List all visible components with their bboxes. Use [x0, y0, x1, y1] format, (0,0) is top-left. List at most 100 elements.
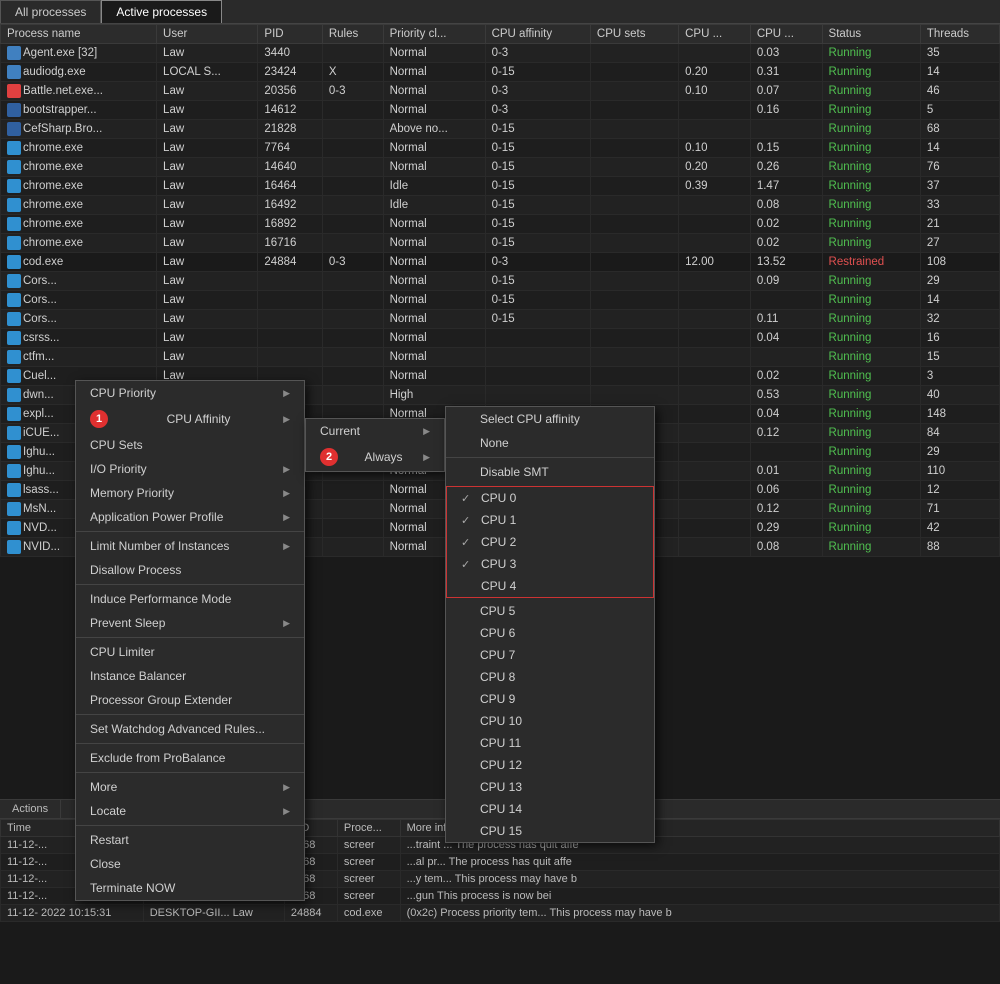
cpu-list-item[interactable]: CPU 7 — [446, 644, 654, 666]
col-pid[interactable]: PID — [258, 25, 322, 44]
cell-rules — [322, 329, 383, 348]
menu-item[interactable]: Application Power Profile — [76, 505, 304, 529]
cell-cpu1 — [679, 424, 751, 443]
cpu-list-item[interactable]: CPU 15 — [446, 820, 654, 842]
col-cpu2[interactable]: CPU ... — [750, 25, 822, 44]
table-row[interactable]: audiodg.exe LOCAL S... 23424 X Normal 0-… — [1, 63, 1000, 82]
cell-status: Running — [822, 329, 920, 348]
menu-item[interactable]: Instance Balancer — [76, 664, 304, 688]
cpu-list-item-checked[interactable]: CPU 4 — [447, 575, 653, 597]
table-row[interactable]: chrome.exe Law 16464 Idle 0-15 0.39 1.47… — [1, 177, 1000, 196]
menu-item[interactable]: CPU Sets — [76, 433, 304, 457]
submenu2-item-label: Disable SMT — [480, 465, 549, 479]
cell-process-name: Cors... — [1, 291, 157, 310]
table-row[interactable]: ctfm... Law Normal Running 15 — [1, 348, 1000, 367]
cell-cpu-sets — [590, 82, 678, 101]
cpu-list-item-checked[interactable]: ✓CPU 3 — [447, 553, 653, 575]
menu-item[interactable]: I/O Priority — [76, 457, 304, 481]
cell-rules: 0-3 — [322, 82, 383, 101]
submenu2-item[interactable]: Disable SMT — [446, 460, 654, 484]
col-rules[interactable]: Rules — [322, 25, 383, 44]
col-cpu-sets[interactable]: CPU sets — [590, 25, 678, 44]
menu-item[interactable]: Induce Performance Mode — [76, 587, 304, 611]
col-status[interactable]: Status — [822, 25, 920, 44]
menu-item[interactable]: CPU Limiter — [76, 640, 304, 664]
table-row[interactable]: chrome.exe Law 16716 Normal 0-15 0.02 Ru… — [1, 234, 1000, 253]
cpu-list-item-checked[interactable]: ✓CPU 1 — [447, 509, 653, 531]
cpu-label: CPU 0 — [481, 491, 516, 505]
menu-item[interactable]: Limit Number of Instances — [76, 534, 304, 558]
cpu-list-item[interactable]: CPU 13 — [446, 776, 654, 798]
submenu1-item[interactable]: 2Always — [306, 443, 444, 471]
cpu-list-item[interactable]: CPU 11 — [446, 732, 654, 754]
table-row[interactable]: Cors... Law Normal 0-15 0.09 Running 29 — [1, 272, 1000, 291]
col-process-name[interactable]: Process name — [1, 25, 157, 44]
cpu-list-item-checked[interactable]: ✓CPU 0 — [447, 487, 653, 509]
menu-item[interactable]: Disallow Process — [76, 558, 304, 582]
table-row[interactable]: cod.exe Law 24884 0-3 Normal 0-3 12.00 1… — [1, 253, 1000, 272]
cpu-list-item[interactable]: CPU 8 — [446, 666, 654, 688]
menu-item[interactable]: CPU Priority — [76, 381, 304, 405]
table-row[interactable]: chrome.exe Law 16492 Idle 0-15 0.08 Runn… — [1, 196, 1000, 215]
cpu-list-item-checked[interactable]: ✓CPU 2 — [447, 531, 653, 553]
cell-cpu1 — [679, 386, 751, 405]
table-row[interactable]: CefSharp.Bro... Law 21828 Above no... 0-… — [1, 120, 1000, 139]
menu-item[interactable]: 1CPU Affinity — [76, 405, 304, 433]
cell-threads: 110 — [920, 462, 999, 481]
action-proc: screer — [337, 837, 400, 854]
cell-cpu2: 0.07 — [750, 82, 822, 101]
col-user[interactable]: User — [157, 25, 258, 44]
cell-cpu1 — [679, 310, 751, 329]
menu-item[interactable]: Locate — [76, 799, 304, 823]
table-row[interactable]: chrome.exe Law 16892 Normal 0-15 0.02 Ru… — [1, 215, 1000, 234]
action-log-tab[interactable]: Actions — [0, 800, 61, 818]
cpu-list-item[interactable]: CPU 6 — [446, 622, 654, 644]
action-log-row[interactable]: 11-12- 2022 10:15:31 DESKTOP-GII... Law … — [1, 905, 1000, 922]
cpu-list-item[interactable]: CPU 12 — [446, 754, 654, 776]
cell-cpu2 — [750, 291, 822, 310]
menu-item[interactable]: Processor Group Extender — [76, 688, 304, 712]
table-row[interactable]: Agent.exe [32] Law 3440 Normal 0-3 0.03 … — [1, 44, 1000, 63]
cpu-list-item[interactable]: CPU 9 — [446, 688, 654, 710]
submenu2-item[interactable]: Select CPU affinity — [446, 407, 654, 431]
menu-item[interactable]: Restart — [76, 828, 304, 852]
submenu2-item[interactable]: None — [446, 431, 654, 455]
table-row[interactable]: Cors... Law Normal 0-15 0.11 Running 32 — [1, 310, 1000, 329]
menu-item-label: Induce Performance Mode — [90, 592, 231, 606]
tab-all-processes[interactable]: All processes — [0, 0, 101, 23]
tab-active-processes[interactable]: Active processes — [101, 0, 222, 23]
cpu-list-item[interactable]: CPU 10 — [446, 710, 654, 732]
cell-priority: Normal — [383, 367, 485, 386]
menu-item[interactable]: Close — [76, 852, 304, 876]
table-row[interactable]: bootstrapper... Law 14612 Normal 0-3 0.1… — [1, 101, 1000, 120]
cell-rules — [322, 538, 383, 557]
menu-item[interactable]: Exclude from ProBalance — [76, 746, 304, 770]
cell-status: Running — [822, 443, 920, 462]
col-priority[interactable]: Priority cl... — [383, 25, 485, 44]
cell-priority: Normal — [383, 158, 485, 177]
cell-cpu-sets — [590, 44, 678, 63]
col-threads[interactable]: Threads — [920, 25, 999, 44]
table-row[interactable]: Battle.net.exe... Law 20356 0-3 Normal 0… — [1, 82, 1000, 101]
cpu-list-item[interactable]: CPU 14 — [446, 798, 654, 820]
table-row[interactable]: chrome.exe Law 7764 Normal 0-15 0.10 0.1… — [1, 139, 1000, 158]
menu-item[interactable]: Prevent Sleep — [76, 611, 304, 635]
action-col-proc[interactable]: Proce... — [337, 820, 400, 837]
cpu-label: CPU 5 — [480, 604, 515, 618]
col-affinity[interactable]: CPU affinity — [485, 25, 590, 44]
col-cpu1[interactable]: CPU ... — [679, 25, 751, 44]
badge-1: 1 — [90, 410, 108, 428]
menu-item[interactable]: Memory Priority — [76, 481, 304, 505]
cell-status: Running — [822, 405, 920, 424]
table-row[interactable]: chrome.exe Law 14640 Normal 0-15 0.20 0.… — [1, 158, 1000, 177]
menu-item[interactable]: Terminate NOW — [76, 876, 304, 900]
menu-item[interactable]: More — [76, 775, 304, 799]
cpu-list-item[interactable]: CPU 5 — [446, 600, 654, 622]
cell-cpu1 — [679, 329, 751, 348]
cell-status: Running — [822, 519, 920, 538]
cell-process-name: Cors... — [1, 272, 157, 291]
table-row[interactable]: Cors... Law Normal 0-15 Running 14 — [1, 291, 1000, 310]
submenu1-item[interactable]: Current — [306, 419, 444, 443]
table-row[interactable]: csrss... Law Normal 0.04 Running 16 — [1, 329, 1000, 348]
menu-item[interactable]: Set Watchdog Advanced Rules... — [76, 717, 304, 741]
